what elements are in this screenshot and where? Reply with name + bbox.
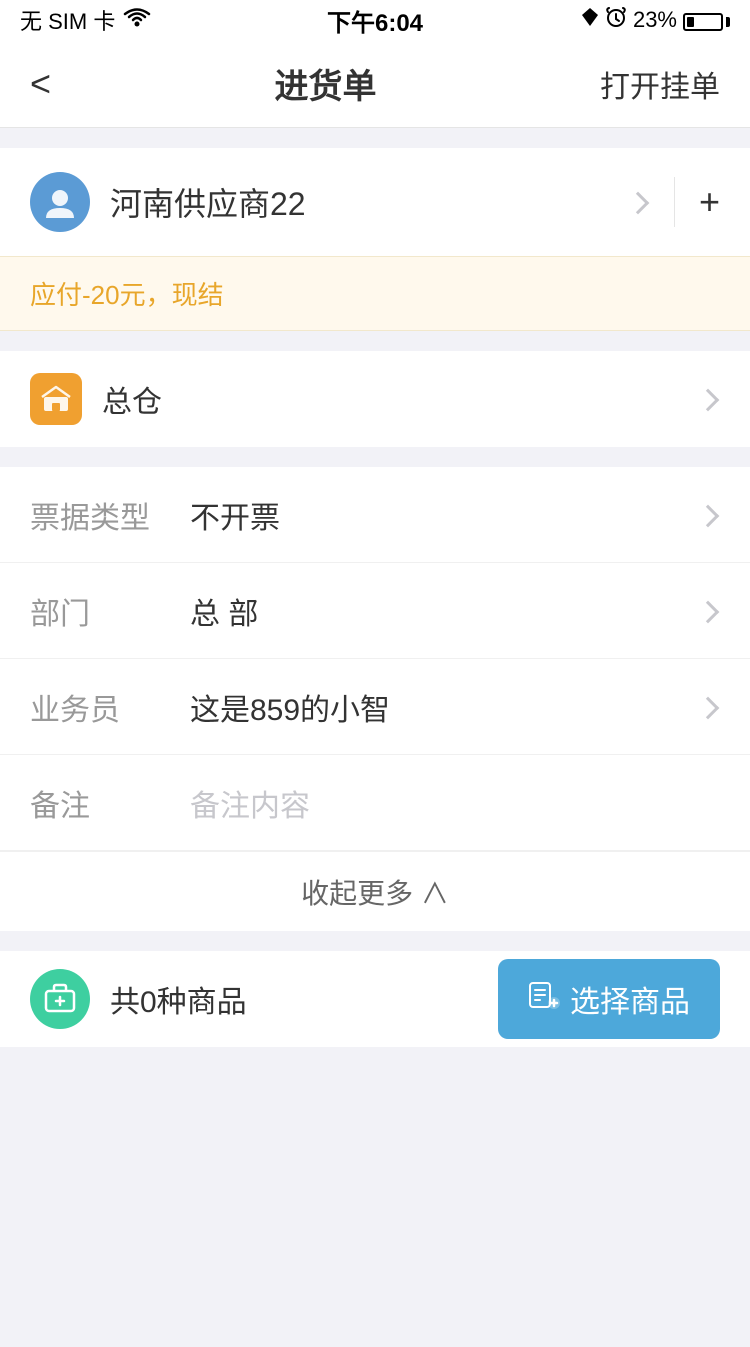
- status-bar: 无 SIM 卡 下午6:04 23: [0, 0, 750, 40]
- add-supplier-button[interactable]: +: [699, 181, 720, 223]
- section-gap-2: [0, 331, 750, 351]
- collapse-button[interactable]: 收起更多 ∧: [0, 851, 750, 931]
- select-product-icon: [528, 981, 560, 1017]
- select-product-button[interactable]: 选择商品: [498, 959, 720, 1039]
- supplier-avatar: [30, 172, 90, 232]
- supplier-section: 河南供应商22 + 应付-20元，现结: [0, 148, 750, 331]
- warehouse-name: 总仓: [102, 377, 700, 421]
- remark-label: 备注: [30, 781, 190, 825]
- department-row[interactable]: 部门 总 部: [0, 563, 750, 659]
- supplier-chevron-icon: [630, 186, 650, 218]
- location-icon: [581, 7, 599, 33]
- main-bg: [0, 1047, 750, 1347]
- department-chevron-icon: [700, 595, 720, 627]
- notice-bar: 应付-20元，现结: [0, 256, 750, 331]
- alarm-icon: [605, 7, 627, 33]
- vertical-divider: [674, 177, 675, 227]
- back-button[interactable]: <: [30, 63, 51, 105]
- invoice-type-value: 不开票: [190, 493, 700, 537]
- carrier-label: 无 SIM 卡: [20, 4, 115, 36]
- salesperson-value: 这是859的小智: [190, 685, 700, 729]
- status-bar-time: 下午6:04: [327, 3, 423, 38]
- warehouse-icon: [30, 373, 82, 425]
- salesperson-label: 业务员: [30, 685, 190, 729]
- supplier-row[interactable]: 河南供应商22 +: [0, 148, 750, 256]
- warehouse-row[interactable]: 总仓: [0, 351, 750, 447]
- section-gap-4: [0, 931, 750, 951]
- warehouse-chevron-icon: [700, 383, 720, 415]
- department-value: 总 部: [190, 589, 700, 633]
- page-title: 进货单: [275, 59, 377, 108]
- open-pending-button[interactable]: 打开挂单: [600, 62, 720, 106]
- remark-row[interactable]: 备注 备注内容: [0, 755, 750, 851]
- product-icon: [30, 969, 90, 1029]
- select-product-label: 选择商品: [570, 977, 690, 1021]
- supplier-name: 河南供应商22: [110, 179, 630, 225]
- salesperson-chevron-icon: [700, 691, 720, 723]
- invoice-type-label: 票据类型: [30, 493, 190, 537]
- remark-placeholder: 备注内容: [190, 781, 720, 825]
- invoice-type-row[interactable]: 票据类型 不开票: [0, 467, 750, 563]
- status-bar-right: 23%: [581, 7, 730, 33]
- collapse-label: 收起更多 ∧: [301, 872, 449, 912]
- nav-bar: < 进货单 打开挂单: [0, 40, 750, 128]
- department-label: 部门: [30, 589, 190, 633]
- bottom-bar: 共0种商品 选择商品: [0, 951, 750, 1047]
- salesperson-row[interactable]: 业务员 这是859的小智: [0, 659, 750, 755]
- fields-section: 票据类型 不开票 部门 总 部 业务员 这是859的小智 备注 备注内容 收起更…: [0, 467, 750, 931]
- invoice-type-chevron-icon: [700, 499, 720, 531]
- battery-icon: [683, 7, 730, 33]
- status-bar-left: 无 SIM 卡: [20, 4, 151, 36]
- section-gap-3: [0, 447, 750, 467]
- battery-percent: 23%: [633, 7, 677, 33]
- warehouse-section: 总仓: [0, 351, 750, 447]
- wifi-icon: [123, 7, 151, 33]
- product-count-label: 共0种商品: [110, 977, 498, 1021]
- section-gap-1: [0, 128, 750, 148]
